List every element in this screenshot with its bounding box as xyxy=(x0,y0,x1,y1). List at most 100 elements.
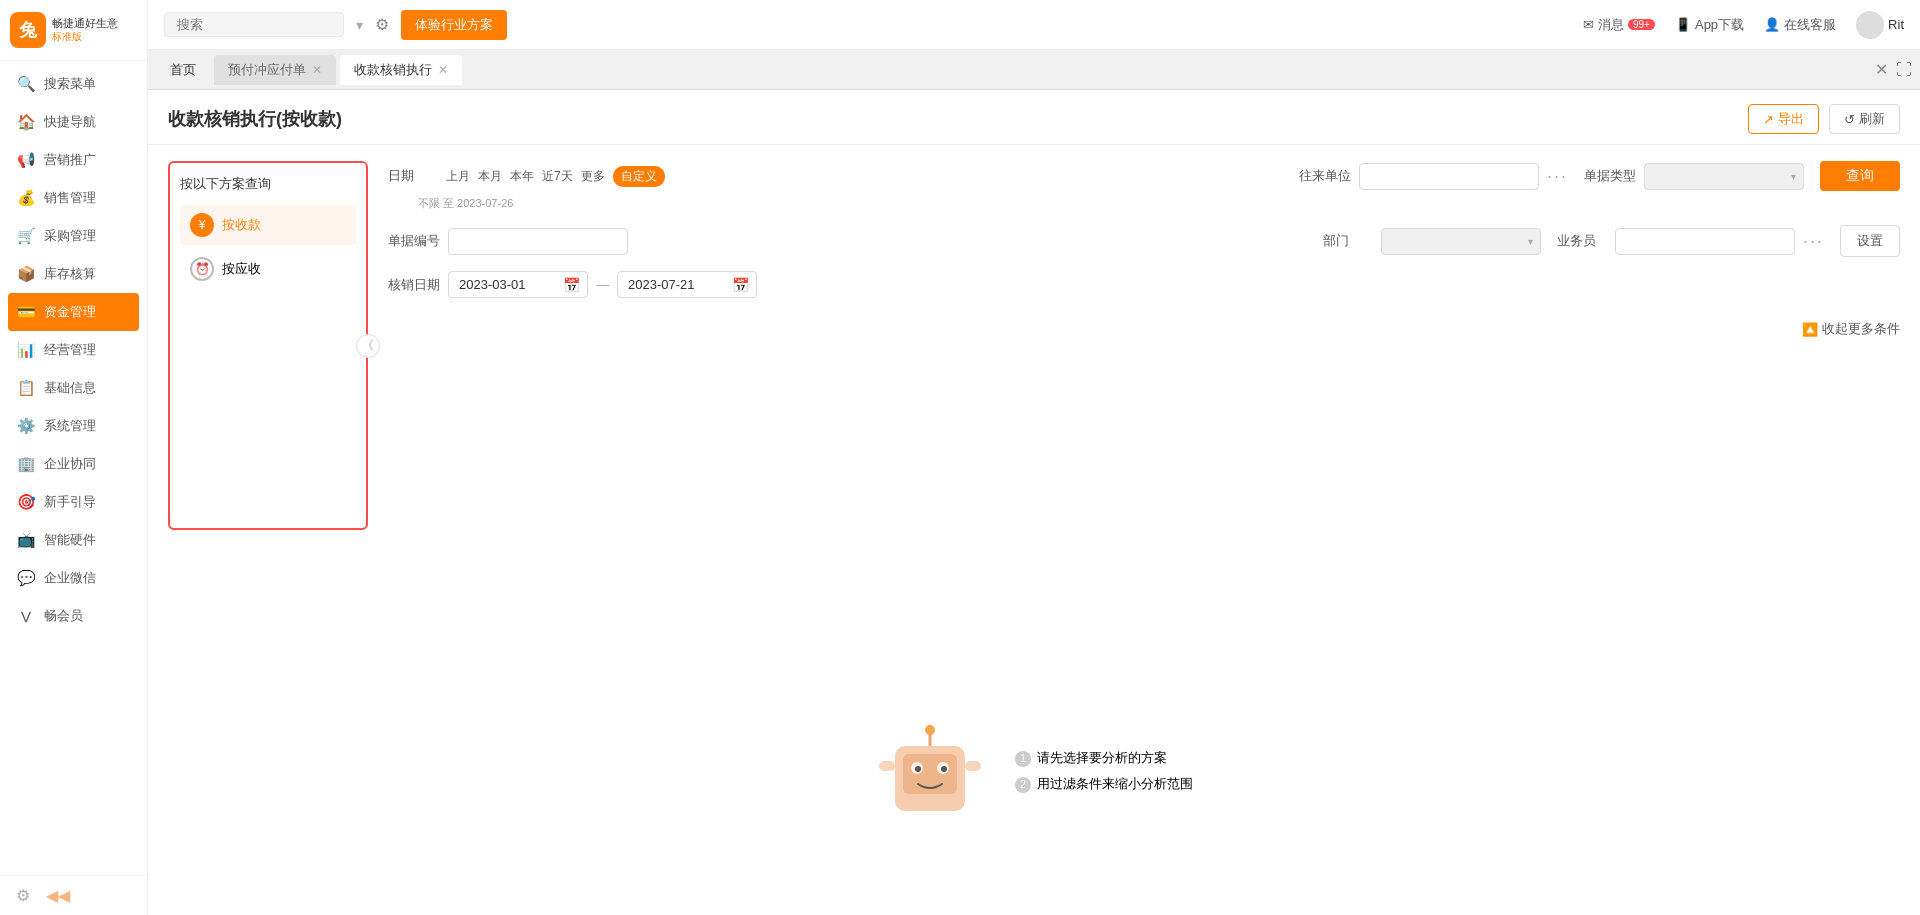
collapse-conditions-area: 🔼 收起更多条件 xyxy=(388,316,1900,338)
app-download-label: App下载 xyxy=(1695,16,1744,34)
sidebar-item-label: 搜索菜单 xyxy=(44,75,96,93)
partner-input[interactable] xyxy=(1359,163,1539,190)
robot-svg xyxy=(875,716,985,826)
svg-point-7 xyxy=(925,725,935,735)
sidebar-item-quick-nav[interactable]: 🏠 快捷导航 xyxy=(0,103,147,141)
verify-date-label: 核销日期 xyxy=(388,276,440,294)
sidebar-item-operations[interactable]: 📊 经营管理 xyxy=(0,331,147,369)
dept-field: 部门 ▾ xyxy=(1323,228,1541,255)
dept-select-wrap: ▾ xyxy=(1381,228,1541,255)
verify-date-start-wrap: 📅 xyxy=(448,271,588,298)
message-btn[interactable]: ✉ 消息 99+ xyxy=(1583,16,1655,34)
filter-option-by-receivable[interactable]: ⏰ 按应收 xyxy=(180,249,356,289)
tab-prepay-close[interactable]: ✕ xyxy=(312,63,322,77)
sidebar-item-smart-hw[interactable]: 📺 智能硬件 xyxy=(0,521,147,559)
filter-left-title: 按以下方案查询 xyxy=(180,175,356,193)
hint-num-1: 1 xyxy=(1015,751,1031,767)
doc-no-input[interactable] xyxy=(448,228,628,255)
doc-type-select-wrap: ▾ xyxy=(1644,163,1804,190)
staff-input[interactable] xyxy=(1615,228,1795,255)
tab-home-label: 首页 xyxy=(170,61,196,79)
tab-close-all-btn[interactable]: ✕ xyxy=(1875,60,1888,79)
empty-state: 1 请先选择要分析的方案 2 用过滤条件来缩小分析范围 xyxy=(148,546,1920,915)
logo-icon: 兔 xyxy=(10,12,46,48)
staff-dots-btn[interactable]: ··· xyxy=(1803,231,1824,252)
chevron-down-icon[interactable]: ▾ xyxy=(356,17,363,33)
sidebar-item-sales[interactable]: 💰 销售管理 xyxy=(0,179,147,217)
sidebar-item-label: 资金管理 xyxy=(44,303,96,321)
sidebar-item-search[interactable]: 🔍 搜索菜单 xyxy=(0,65,147,103)
sidebar-item-label: 库存核算 xyxy=(44,265,96,283)
query-button[interactable]: 查询 xyxy=(1820,161,1900,191)
calendar-start-icon[interactable]: 📅 xyxy=(563,277,580,293)
filter-option-by-payment[interactable]: ¥ 按收款 xyxy=(180,205,356,245)
tab-collection-close[interactable]: ✕ xyxy=(438,63,448,77)
receivable-icon: ⏰ xyxy=(190,257,214,281)
filter-option-label: 按应收 xyxy=(222,260,261,278)
gear-icon: ⚙️ xyxy=(16,417,36,435)
online-service-label: 在线客服 xyxy=(1784,16,1836,34)
settings-button[interactable]: 设置 xyxy=(1840,225,1900,257)
card-icon: 💳 xyxy=(16,303,36,321)
last-month-btn[interactable]: 上月 xyxy=(446,168,470,185)
filter-right-form: 日期 上月 本月 本年 近7天 更多 自定义 xyxy=(388,161,1900,530)
sidebar-item-beginner[interactable]: 🎯 新手引导 xyxy=(0,483,147,521)
staff-label: 业务员 xyxy=(1557,232,1607,250)
settings-bottom-icon[interactable]: ⚙ xyxy=(16,886,30,905)
logo-area: 兔 畅捷通好生意 标准版 xyxy=(0,0,147,61)
export-button[interactable]: ↗ 导出 xyxy=(1748,104,1819,134)
user-name: Rit xyxy=(1888,17,1904,32)
refresh-icon: ↺ xyxy=(1844,112,1855,127)
date-range-separator: — xyxy=(596,277,609,292)
svg-rect-8 xyxy=(879,761,895,771)
sidebar-collapse-btn[interactable]: ◀◀ xyxy=(46,886,70,905)
filter-row-2: 单据编号 部门 ▾ 业务员 xyxy=(388,225,1900,257)
home-icon: 🏠 xyxy=(16,113,36,131)
this-month-btn[interactable]: 本月 xyxy=(478,168,502,185)
date-shortcuts: 上月 本月 本年 近7天 更多 自定义 xyxy=(446,166,665,187)
doc-type-label: 单据类型 xyxy=(1584,167,1636,185)
industry-solution-button[interactable]: 体验行业方案 xyxy=(401,10,507,40)
online-service-btn[interactable]: 👤 在线客服 xyxy=(1764,16,1836,34)
chart-icon: 📊 xyxy=(16,341,36,359)
sidebar-item-marketing[interactable]: 📢 营销推广 xyxy=(0,141,147,179)
refresh-button[interactable]: ↺ 刷新 xyxy=(1829,104,1900,134)
tab-collection[interactable]: 收款核销执行 ✕ xyxy=(340,55,462,85)
collapse-filter-btn[interactable]: 《 xyxy=(356,334,380,358)
partner-label: 往来单位 xyxy=(1299,167,1351,185)
last-7-days-btn[interactable]: 近7天 xyxy=(542,168,573,185)
calendar-end-icon[interactable]: 📅 xyxy=(732,277,749,293)
settings-icon[interactable]: ⚙ xyxy=(375,15,389,34)
this-year-btn[interactable]: 本年 xyxy=(510,168,534,185)
sidebar-item-finance[interactable]: 💳 资金管理 xyxy=(8,293,139,331)
user-profile[interactable]: Rit xyxy=(1856,11,1904,39)
sidebar-item-member[interactable]: V 畅会员 xyxy=(0,597,147,635)
empty-illustration xyxy=(875,716,985,826)
more-btn[interactable]: 更多 xyxy=(581,168,605,185)
doc-type-select[interactable] xyxy=(1644,163,1804,190)
verify-date-field: 核销日期 📅 — 📅 xyxy=(388,271,757,298)
main-content: ▾ ⚙ 体验行业方案 ✉ 消息 99+ 📱 App下载 👤 在线客服 Rit xyxy=(148,0,1920,915)
sidebar-item-system[interactable]: ⚙️ 系统管理 xyxy=(0,407,147,445)
partner-dots-btn[interactable]: ··· xyxy=(1547,166,1568,187)
tab-home[interactable]: 首页 xyxy=(156,55,210,85)
app-download-btn[interactable]: 📱 App下载 xyxy=(1675,16,1744,34)
top-header: ▾ ⚙ 体验行业方案 ✉ 消息 99+ 📱 App下载 👤 在线客服 Rit xyxy=(148,0,1920,50)
tab-prepay[interactable]: 预付冲应付单 ✕ xyxy=(214,55,336,85)
tab-collection-label: 收款核销执行 xyxy=(354,61,432,79)
custom-date-btn[interactable]: 自定义 xyxy=(613,166,665,187)
payment-icon: ¥ xyxy=(190,213,214,237)
filter-row-3: 核销日期 📅 — 📅 xyxy=(388,271,1900,298)
sidebar-item-label: 企业协同 xyxy=(44,455,96,473)
sidebar-item-label: 基础信息 xyxy=(44,379,96,397)
tab-maximize-btn[interactable]: ⛶ xyxy=(1896,61,1912,79)
sidebar-item-purchase[interactable]: 🛒 采购管理 xyxy=(0,217,147,255)
message-badge: 99+ xyxy=(1628,19,1655,30)
collapse-conditions-btn[interactable]: 🔼 收起更多条件 xyxy=(1802,320,1900,338)
sidebar-item-inventory[interactable]: 📦 库存核算 xyxy=(0,255,147,293)
search-input[interactable] xyxy=(164,12,344,37)
sidebar-item-basic-info[interactable]: 📋 基础信息 xyxy=(0,369,147,407)
dept-select[interactable] xyxy=(1381,228,1541,255)
sidebar-item-enterprise[interactable]: 🏢 企业协同 xyxy=(0,445,147,483)
sidebar-item-wechat[interactable]: 💬 企业微信 xyxy=(0,559,147,597)
